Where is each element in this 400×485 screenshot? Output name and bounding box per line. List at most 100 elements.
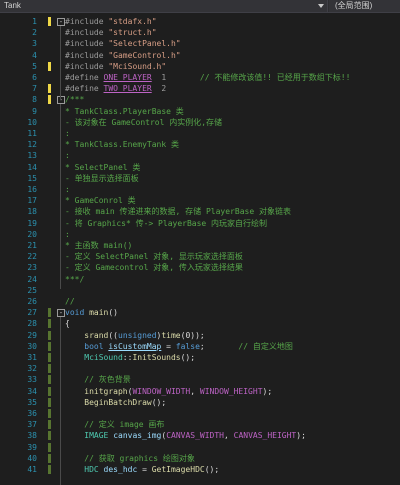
chevron-down-icon [318, 4, 324, 8]
code-token: (); [180, 353, 196, 362]
line-number: 29 [27, 330, 37, 340]
code-token: * TankClass.EnemyTank 类 [65, 140, 179, 150]
navigation-bar: Tank (全局范围) [0, 0, 400, 13]
code-token: time [161, 330, 181, 340]
code-token: - 该对象在 GameControl 内实例化,存储 [65, 117, 223, 127]
line-number: 40 [27, 453, 37, 463]
code-token: "SelectPanel.h" [108, 39, 181, 49]
code-token: : [65, 185, 70, 194]
code-editor[interactable]: 1- #include "stdafx.h" 2 #include "struct.h… [0, 13, 400, 485]
code-token: ONE_PLAYER [103, 73, 152, 82]
fold-guide [60, 104, 61, 290]
line-number: 22 [27, 252, 37, 262]
code-line[interactable]: 26 // [0, 296, 400, 307]
line-number: 23 [27, 263, 37, 273]
code-text: : [65, 128, 70, 139]
collapse-icon[interactable]: - [57, 96, 65, 105]
change-marker [48, 364, 51, 374]
code-token: (); [151, 397, 167, 407]
line-number: 38 [27, 431, 37, 441]
line-number: 36 [27, 409, 37, 418]
code-token: "struct.h" [108, 28, 157, 38]
code-token: "GameControl.h" [108, 50, 181, 60]
code-token: :: [122, 353, 133, 362]
scope-dropdown[interactable]: (全局范围) [329, 0, 400, 12]
code-token: TWO_PLAYER [103, 84, 152, 94]
collapse-icon[interactable]: - [57, 18, 65, 26]
code-token: ); [296, 431, 306, 441]
code-text: - 该对象在 GameControl 内实例化,存储 [65, 117, 222, 128]
line-number: 12 [27, 140, 37, 150]
code-text: #include "struct.h" [65, 27, 157, 38]
code-text: // [65, 296, 75, 307]
line-number: 26 [27, 297, 37, 306]
code-text: : [65, 184, 70, 195]
change-marker [48, 84, 51, 94]
line-number: 37 [27, 420, 37, 430]
change-marker [48, 465, 51, 474]
code-token: // 获取 graphics 绘图对象 [84, 453, 195, 463]
code-token: // 自定义地图 [238, 341, 293, 351]
line-number: 4 [32, 50, 37, 60]
code-text: // 灰色背景 [65, 374, 131, 385]
line-number: 27 [27, 308, 37, 318]
code-token: MciSound [84, 353, 123, 362]
code-token: isCustomMap [108, 341, 162, 351]
code-token: initgraph [84, 386, 128, 396]
code-token: srand [84, 330, 109, 340]
code-text: HDC des_hdc = GetImageHDC(); [65, 464, 219, 475]
scope-name: (全局范围) [335, 1, 373, 10]
code-text: * 主函数 main() [65, 240, 132, 251]
change-marker [48, 95, 51, 105]
code-token: // [65, 297, 75, 306]
line-number: 20 [27, 229, 37, 239]
code-text: { [65, 318, 70, 329]
code-token: /*** [65, 95, 85, 105]
code-token: * SelectPanel 类 [65, 162, 141, 172]
code-token: , [223, 431, 234, 441]
code-token: * GameConrol 类 [65, 196, 136, 206]
code-token: IMAGE [84, 431, 109, 441]
project-dropdown[interactable]: Tank [0, 0, 328, 12]
code-text: ***/ [65, 274, 84, 285]
code-token: (); [204, 465, 220, 474]
code-token: // 灰色背景 [84, 375, 131, 385]
line-number: 35 [27, 397, 37, 407]
code-token: #include [65, 28, 109, 38]
line-number: 25 [27, 285, 37, 295]
line-number: 41 [27, 465, 37, 474]
code-text: srand((unsigned)time(0)); [65, 330, 204, 341]
line-number: 18 [27, 207, 37, 217]
collapse-icon[interactable]: - [57, 309, 65, 318]
code-token: { [65, 319, 70, 329]
line-number: 34 [27, 386, 37, 396]
line-number: 2 [32, 28, 37, 38]
line-number: 30 [27, 341, 37, 351]
code-text: #include "stdafx.h" [65, 16, 157, 27]
code-token: #define [65, 73, 104, 82]
code-token: HDC [84, 465, 99, 474]
code-token: main [89, 308, 109, 318]
code-token: , [190, 386, 200, 396]
change-marker [48, 431, 51, 441]
change-marker [48, 409, 51, 418]
code-text: MciSound::InitSounds(); [65, 352, 195, 363]
code-text: : [65, 229, 70, 240]
change-marker [48, 353, 51, 362]
line-number: 13 [27, 151, 37, 161]
project-name: Tank [4, 1, 21, 10]
code-token: : [65, 129, 70, 138]
code-token: - 定义 SelectPanel 对象, 显示玩家选择面板 [65, 252, 243, 262]
line-number: 32 [27, 364, 37, 374]
line-number: 8 [32, 95, 37, 105]
line-number: 11 [27, 129, 37, 138]
code-text: #include "MciSound.h" [65, 61, 166, 72]
code-token: bool [84, 341, 104, 351]
code-text: * SelectPanel 类 [65, 162, 140, 173]
code-token: * 主函数 main() [65, 241, 133, 250]
code-text: : [65, 150, 70, 161]
